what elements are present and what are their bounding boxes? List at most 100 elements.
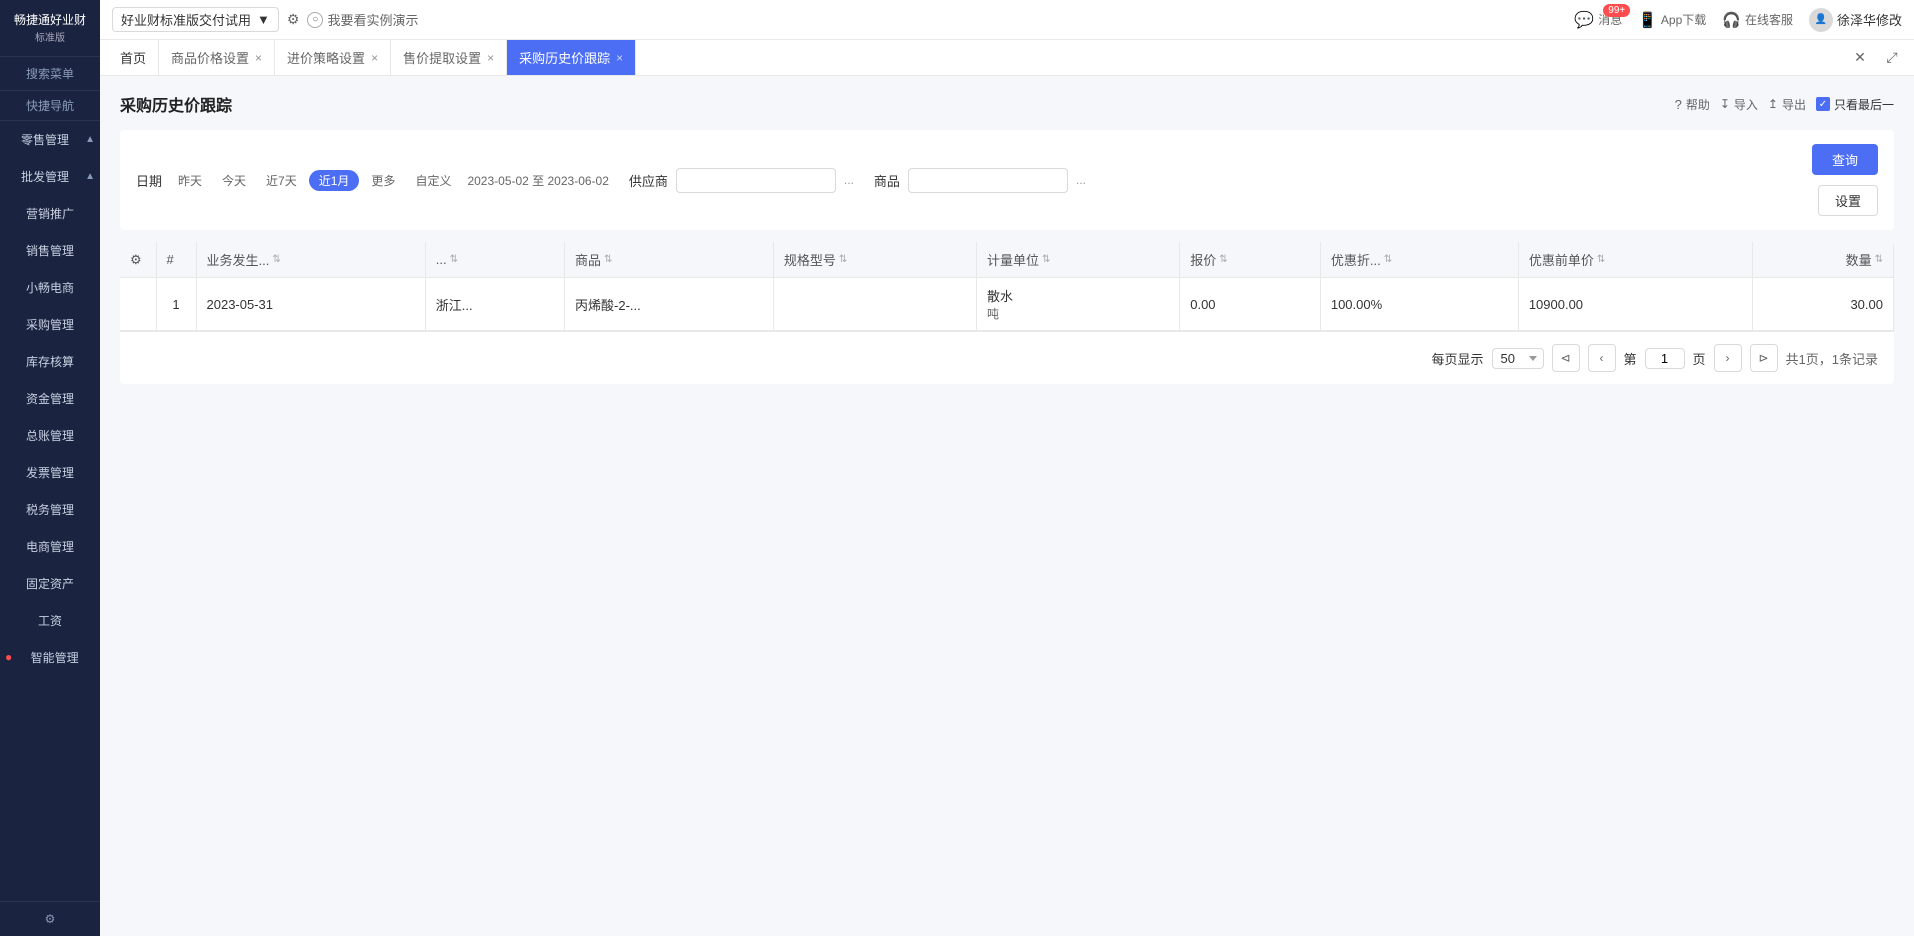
page-number-input[interactable]	[1645, 348, 1685, 369]
message-button[interactable]: 💬 消息 99+	[1574, 10, 1622, 30]
sidebar-item-payroll[interactable]: 工资	[0, 602, 100, 639]
sidebar-item-finance[interactable]: 资金管理	[0, 380, 100, 417]
row-extra-cell: 浙江...	[425, 278, 564, 331]
sidebar-item-ecommerce-small[interactable]: 小畅电商	[0, 269, 100, 306]
th-settings[interactable]: ⚙	[120, 242, 156, 278]
th-product[interactable]: 商品 ⇅	[565, 242, 774, 278]
sidebar-item-tax[interactable]: 税务管理	[0, 491, 100, 528]
tab-price[interactable]: 商品价格设置 ×	[159, 40, 275, 76]
th-before-discount-sort-icon: ⇅	[1597, 254, 1605, 265]
help-label: 帮助	[1686, 96, 1710, 113]
sidebar-item-fixed-assets[interactable]: 固定资产	[0, 565, 100, 602]
prev-page-button[interactable]: ‹	[1588, 344, 1616, 372]
tab-price-label: 商品价格设置	[171, 48, 249, 67]
date-custom[interactable]: 自定义	[407, 170, 459, 191]
supplier-input[interactable]	[676, 168, 836, 193]
tab-close-all-button[interactable]: ✕	[1846, 44, 1874, 72]
import-label: 导入	[1734, 96, 1758, 113]
tab-purchase-history-label: 采购历史价跟踪	[519, 48, 610, 67]
product-input[interactable]	[908, 168, 1068, 193]
th-price[interactable]: 报价 ⇅	[1180, 242, 1321, 278]
tab-purchase-strategy[interactable]: 进价策略设置 ×	[275, 40, 391, 76]
demo-label: 我要看实例演示	[327, 10, 418, 29]
th-unit-sort-icon: ⇅	[1042, 254, 1050, 265]
tab-purchase-history[interactable]: 采购历史价跟踪 ×	[507, 40, 636, 76]
product-more[interactable]: ...	[1076, 173, 1086, 187]
per-page-label: 每页显示	[1431, 349, 1483, 368]
export-button[interactable]: ↥ 导出	[1768, 96, 1806, 113]
th-unit[interactable]: 计量单位 ⇅	[977, 242, 1180, 278]
th-extra-label: ...	[436, 252, 447, 267]
tab-purchase-strategy-close[interactable]: ×	[371, 51, 378, 65]
supplier-filter-label: 供应商	[629, 171, 668, 190]
import-icon: ↧	[1720, 97, 1730, 111]
th-quantity[interactable]: 数量 ⇅	[1753, 242, 1894, 278]
import-button[interactable]: ↧ 导入	[1720, 96, 1758, 113]
th-discount[interactable]: 优惠折... ⇅	[1320, 242, 1518, 278]
tab-expand-button[interactable]: ⤢	[1878, 44, 1906, 72]
online-service-button[interactable]: 🎧 在线客服	[1722, 11, 1793, 29]
date-yesterday[interactable]: 昨天	[170, 170, 210, 191]
th-before-discount[interactable]: 优惠前单价 ⇅	[1518, 242, 1753, 278]
version-selector[interactable]: 好业财标准版交付试用 ▼	[112, 7, 279, 32]
sidebar-item-purchase[interactable]: 采购管理	[0, 306, 100, 343]
date-more[interactable]: 更多	[363, 170, 403, 191]
th-before-discount-label: 优惠前单价	[1529, 250, 1594, 269]
table-body: 1 2023-05-31 浙江... 丙烯酸-2-... 散水 吨 0.00 1…	[120, 278, 1894, 331]
app-download-button[interactable]: 📱 App下载	[1638, 11, 1706, 29]
tab-home[interactable]: 首页	[108, 40, 159, 76]
tab-selling-price[interactable]: 售价提取设置 ×	[391, 40, 507, 76]
tab-selling-price-close[interactable]: ×	[487, 51, 494, 65]
query-button[interactable]: 查询	[1812, 144, 1878, 175]
sidebar-item-inventory[interactable]: 库存核算	[0, 343, 100, 380]
per-page-select[interactable]: 50 10 20 100	[1492, 348, 1544, 369]
filter-settings-button[interactable]: 设置	[1818, 185, 1878, 216]
only-last-checkbox-group[interactable]: ✓ 只看最后一	[1816, 96, 1894, 113]
product-filter-label: 商品	[874, 171, 900, 190]
topbar-settings-icon[interactable]: ⚙	[287, 11, 300, 28]
main-content: 好业财标准版交付试用 ▼ ⚙ ○ 我要看实例演示 💬 消息 99+ 📱 App下…	[100, 0, 1914, 936]
tabbar: 首页 商品价格设置 × 进价策略设置 × 售价提取设置 × 采购历史价跟踪 × …	[100, 40, 1914, 76]
filter-supplier-item: 供应商 ...	[629, 168, 854, 193]
th-spec[interactable]: 规格型号 ⇅	[773, 242, 976, 278]
tab-price-close[interactable]: ×	[255, 51, 262, 65]
last-page-button[interactable]: ⊳	[1750, 344, 1778, 372]
smart-dot: ●	[5, 650, 12, 664]
help-button[interactable]: ? 帮助	[1675, 96, 1710, 113]
row-before-discount-cell: 10900.00	[1518, 278, 1753, 331]
filter-buttons: 查询 设置	[1812, 144, 1878, 216]
sidebar-quick-nav[interactable]: 快捷导航	[0, 91, 100, 121]
sidebar-item-invoice[interactable]: 发票管理	[0, 454, 100, 491]
date-last7[interactable]: 近7天	[258, 170, 305, 191]
next-page-button[interactable]: ›	[1714, 344, 1742, 372]
help-icon: ?	[1675, 97, 1682, 112]
th-date[interactable]: 业务发生... ⇅	[196, 242, 425, 278]
user-menu[interactable]: 👤 徐泽华修改	[1809, 8, 1902, 32]
sidebar-item-wholesale[interactable]: 批发管理 ▲	[0, 158, 100, 195]
demo-button[interactable]: ○ 我要看实例演示	[307, 10, 418, 29]
date-today[interactable]: 今天	[214, 170, 254, 191]
sidebar-item-ecommerce[interactable]: 电商管理	[0, 528, 100, 565]
sidebar-item-general-ledger[interactable]: 总账管理	[0, 417, 100, 454]
export-label: 导出	[1782, 96, 1806, 113]
table-row: 1 2023-05-31 浙江... 丙烯酸-2-... 散水 吨 0.00 1…	[120, 278, 1894, 331]
th-quantity-sort-icon: ⇅	[1875, 254, 1883, 265]
sidebar-item-marketing[interactable]: 营销推广	[0, 195, 100, 232]
sidebar-item-sales[interactable]: 销售管理	[0, 232, 100, 269]
sidebar-search[interactable]: 搜索菜单	[0, 57, 100, 91]
sidebar-item-smart[interactable]: ● 智能管理	[0, 639, 100, 676]
only-last-checkbox[interactable]: ✓	[1816, 97, 1830, 111]
tab-home-label: 首页	[120, 48, 146, 67]
date-last1month[interactable]: 近1月	[309, 170, 360, 191]
row-product-cell: 丙烯酸-2-...	[565, 278, 774, 331]
pagination: 每页显示 50 10 20 100 ⊲ ‹ 第 页 › ⊳ 共1页，1条记录	[120, 331, 1894, 384]
sidebar-settings-button[interactable]: ⚙	[0, 901, 100, 936]
first-page-button[interactable]: ⊲	[1552, 344, 1580, 372]
tab-purchase-history-close[interactable]: ×	[616, 51, 623, 65]
th-date-label: 业务发生...	[207, 250, 270, 269]
sidebar-item-retail[interactable]: 零售管理 ▲	[0, 121, 100, 158]
supplier-more[interactable]: ...	[844, 173, 854, 187]
tab-purchase-strategy-label: 进价策略设置	[287, 48, 365, 67]
filter-row: 日期 昨天 今天 近7天 近1月 更多 自定义 2023-05-02 至 202…	[136, 144, 1878, 216]
th-extra[interactable]: ... ⇅	[425, 242, 564, 278]
